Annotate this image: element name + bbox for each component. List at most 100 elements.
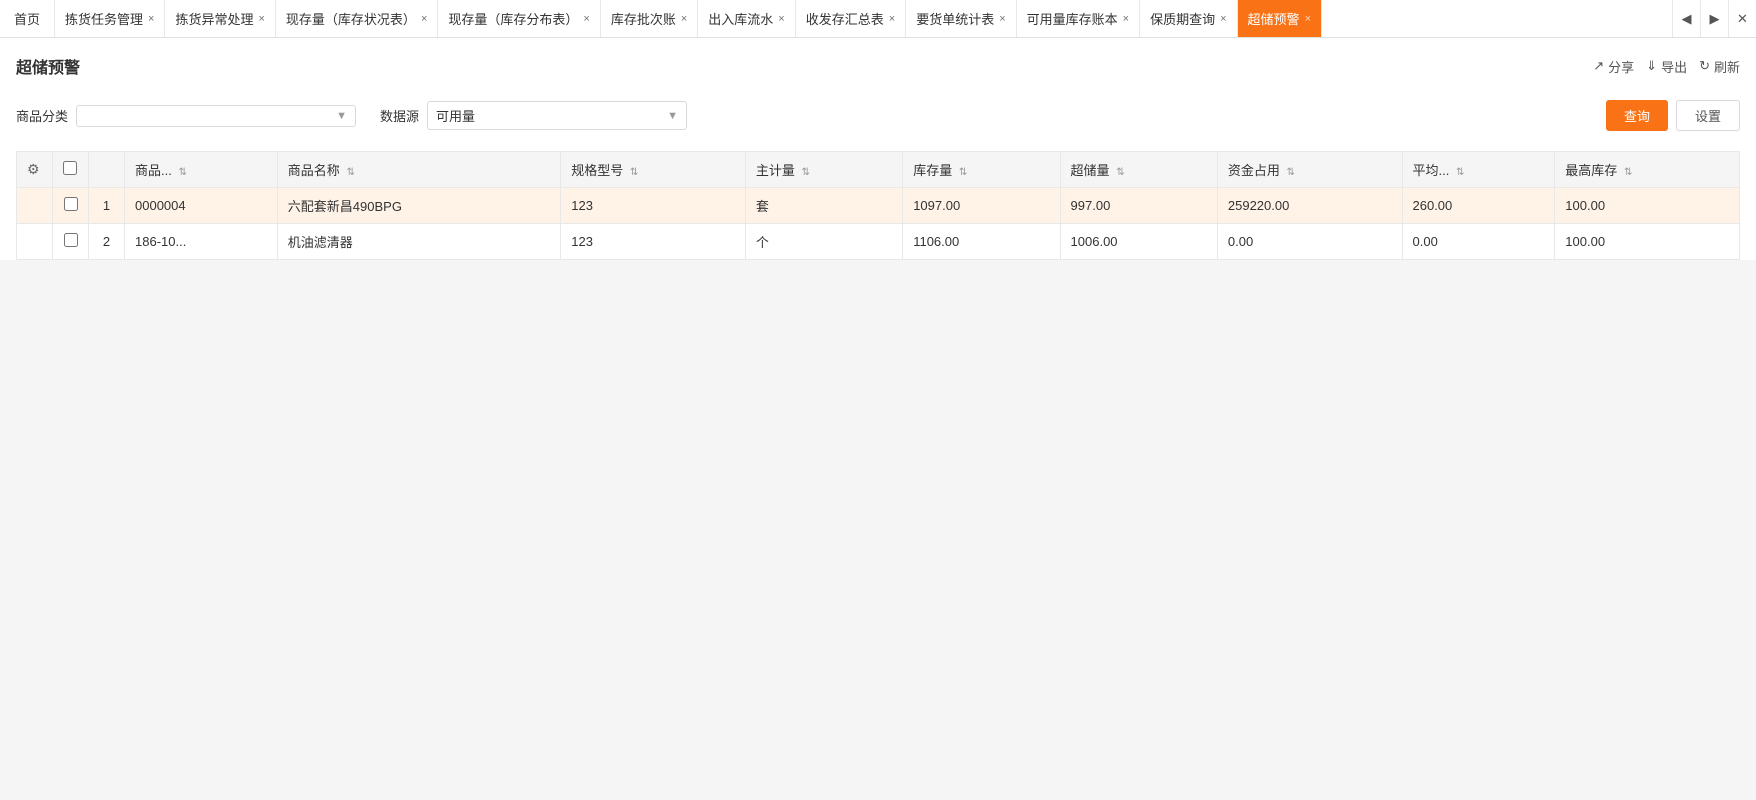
share-button[interactable]: ↗ 分享 [1593,57,1634,76]
sort-avg-icon: ⇅ [1456,167,1464,178]
nav-tab-close-2[interactable]: × [421,13,427,25]
export-label: 导出 [1661,57,1687,76]
settings-button[interactable]: 设置 [1676,100,1740,131]
nav-tab-9[interactable]: 保质期查询 × [1140,0,1237,37]
data-source-value: 可用量 [436,106,475,125]
nav-tab-8[interactable]: 可用量库存账本 × [1017,0,1140,37]
nav-tab-label-3: 现存量（库存分布表） [448,9,578,28]
data-table: ⚙ 商品... ⇅ 商品名称 ⇅ 规格型号 ⇅ [16,151,1740,260]
nav-tab-10[interactable]: 超储预警 × [1238,0,1322,37]
td-checkbox-1[interactable] [53,224,89,260]
td-over-stock-0: 997.00 [1060,188,1217,224]
nav-next-button[interactable]: ▶ [1700,0,1728,37]
nav-tab-close-8[interactable]: × [1123,13,1129,25]
nav-tab-close-1[interactable]: × [258,13,264,25]
th-product-code[interactable]: 商品... ⇅ [125,152,278,188]
refresh-button[interactable]: ↻ 刷新 [1699,57,1740,76]
td-stock-qty-0: 1097.00 [903,188,1060,224]
sort-spec-model-icon: ⇅ [630,167,638,178]
share-icon: ↗ [1593,58,1604,74]
nav-home[interactable]: 首页 [0,0,55,37]
refresh-icon: ↻ [1699,58,1710,74]
th-checkbox[interactable] [53,152,89,188]
th-product-name[interactable]: 商品名称 ⇅ [277,152,560,188]
nav-tab-label-9: 保质期查询 [1150,9,1215,28]
td-row-num-0: 1 [89,188,125,224]
nav-tab-close-7[interactable]: × [999,13,1005,25]
nav-tab-label-4: 库存批次账 [611,9,676,28]
data-source-select[interactable]: 可用量 ▼ [427,101,687,130]
nav-bar: 首页 拣货任务管理 × 拣货异常处理 × 现存量（库存状况表） × 现存量（库存… [0,0,1756,38]
nav-tab-label-2: 现存量（库存状况表） [286,9,416,28]
td-product-code-1: 186-10... [125,224,278,260]
th-over-stock[interactable]: 超储量 ⇅ [1060,152,1217,188]
table-row[interactable]: 1 0000004 六配套新昌490BPG 123 套 1097.00 997.… [17,188,1740,224]
filter-data-source: 数据源 可用量 ▼ [380,101,687,130]
row-checkbox-0[interactable] [64,197,78,211]
td-row-num-1: 2 [89,224,125,260]
nav-tab-close-10[interactable]: × [1305,13,1311,25]
data-source-chevron-down-icon: ▼ [667,110,678,122]
nav-tab-label-6: 收发存汇总表 [806,9,884,28]
category-select[interactable]: ▼ [76,105,356,127]
row-checkbox-1[interactable] [64,233,78,247]
nav-tab-close-3[interactable]: × [583,13,589,25]
sort-product-code-icon: ⇅ [178,167,186,178]
sort-product-name-icon: ⇅ [346,167,354,178]
refresh-label: 刷新 [1714,57,1740,76]
nav-tab-3[interactable]: 现存量（库存分布表） × [438,0,600,37]
td-spec-model-0: 123 [561,188,746,224]
nav-tab-close-9[interactable]: × [1220,13,1226,25]
nav-tab-close-0[interactable]: × [148,13,154,25]
th-stock-qty[interactable]: 库存量 ⇅ [903,152,1060,188]
query-button[interactable]: 查询 [1606,100,1668,131]
td-checkbox-0[interactable] [53,188,89,224]
nav-tab-6[interactable]: 收发存汇总表 × [796,0,906,37]
nav-prev-button[interactable]: ◀ [1672,0,1700,37]
nav-tab-0[interactable]: 拣货任务管理 × [55,0,165,37]
td-capital-usage-0: 259220.00 [1217,188,1402,224]
nav-tab-1[interactable]: 拣货异常处理 × [165,0,275,37]
sort-stock-qty-icon: ⇅ [959,167,967,178]
th-avg[interactable]: 平均... ⇅ [1402,152,1555,188]
nav-tab-close-4[interactable]: × [681,13,687,25]
td-main-unit-1: 个 [745,224,902,260]
nav-tab-7[interactable]: 要货单统计表 × [906,0,1016,37]
td-stock-qty-1: 1106.00 [903,224,1060,260]
td-max-stock-1: 100.00 [1555,224,1740,260]
export-button[interactable]: ⇓ 导出 [1646,57,1687,76]
nav-tab-label-7: 要货单统计表 [916,9,994,28]
category-chevron-down-icon: ▼ [336,110,347,122]
th-spec-model[interactable]: 规格型号 ⇅ [561,152,746,188]
nav-tab-label-0: 拣货任务管理 [65,9,143,28]
th-capital-usage[interactable]: 资金占用 ⇅ [1217,152,1402,188]
page-title: 超储预警 [16,54,80,78]
table-row[interactable]: 2 186-10... 机油滤清器 123 个 1106.00 1006.00 … [17,224,1740,260]
nav-tab-4[interactable]: 库存批次账 × [601,0,698,37]
td-max-stock-0: 100.00 [1555,188,1740,224]
nav-arrows: ◀ ▶ ✕ [1672,0,1756,37]
sort-main-unit-icon: ⇅ [802,167,810,178]
th-settings[interactable]: ⚙ [17,152,53,188]
sort-max-stock-icon: ⇅ [1624,167,1632,178]
nav-tab-label-8: 可用量库存账本 [1027,9,1118,28]
gear-icon[interactable]: ⚙ [27,161,40,177]
th-max-stock[interactable]: 最高库存 ⇅ [1555,152,1740,188]
td-over-stock-1: 1006.00 [1060,224,1217,260]
nav-tab-2[interactable]: 现存量（库存状况表） × [276,0,438,37]
sort-capital-usage-icon: ⇅ [1287,167,1295,178]
td-main-unit-0: 套 [745,188,902,224]
nav-tab-close-6[interactable]: × [889,13,895,25]
nav-tab-5[interactable]: 出入库流水 × [698,0,795,37]
th-main-unit[interactable]: 主计量 ⇅ [745,152,902,188]
page-header: 超储预警 ↗ 分享 ⇓ 导出 ↻ 刷新 [16,54,1740,78]
nav-tab-label-5: 出入库流水 [708,9,773,28]
td-capital-usage-1: 0.00 [1217,224,1402,260]
category-label: 商品分类 [16,106,68,125]
select-all-checkbox[interactable] [63,161,77,175]
filter-actions: 查询 设置 [1606,100,1740,131]
td-avg-0: 260.00 [1402,188,1555,224]
header-actions: ↗ 分享 ⇓ 导出 ↻ 刷新 [1593,57,1740,76]
nav-tab-close-5[interactable]: × [778,13,784,25]
nav-close-button[interactable]: ✕ [1728,0,1756,37]
